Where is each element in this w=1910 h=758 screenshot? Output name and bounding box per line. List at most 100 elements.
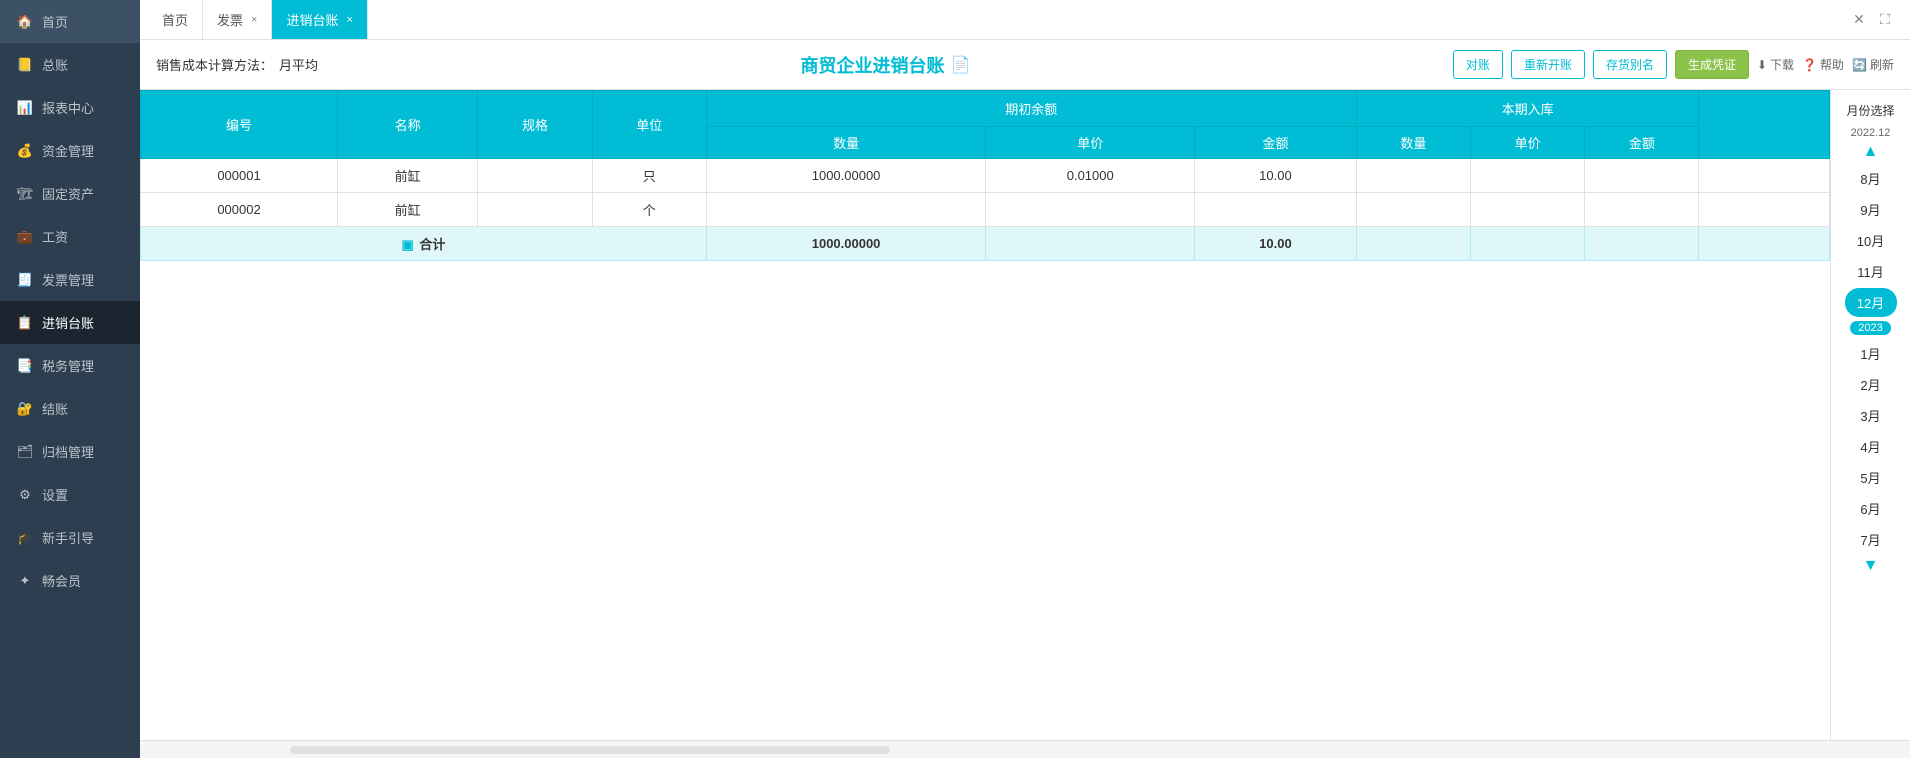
col-code: 编号 <box>141 91 338 159</box>
tab-purchase-sale-close[interactable]: × <box>346 14 352 26</box>
sidebar-item-purchase-sale[interactable]: 📋 进销台账 <box>0 301 140 344</box>
table-row[interactable]: 000001 前缸 只 1000.00000 0.01000 10.00 <box>141 159 1830 193</box>
month-item-10[interactable]: 10月 <box>1845 226 1897 255</box>
sidebar-label-reports: 报表中心 <box>42 98 94 117</box>
closing-icon: 🔐 <box>16 400 34 418</box>
tab-invoice[interactable]: 发票 × <box>203 0 272 39</box>
month-item-2023-3[interactable]: 3月 <box>1845 401 1897 430</box>
invoice-icon: 🧾 <box>16 271 34 289</box>
sidebar-label-assets: 固定资产 <box>42 184 94 203</box>
sidebar-item-home[interactable]: 🏠 首页 <box>0 0 140 43</box>
sidebar-item-invoice[interactable]: 🧾 发票管理 <box>0 258 140 301</box>
sidebar-item-reports[interactable]: 📊 报表中心 <box>0 86 140 129</box>
sidebar-label-payroll: 工资 <box>42 227 68 246</box>
table-month-wrapper: 编号 名称 规格 单位 期初余额 本期入库 数量 单价 金额 数量 <box>140 90 1910 740</box>
sidebar-item-closing[interactable]: 🔐 结账 <box>0 387 140 430</box>
guide-icon: 🎓 <box>16 529 34 547</box>
total-opening-qty: 1000.00000 <box>706 227 986 261</box>
download-button[interactable]: ⬇ 下载 <box>1757 56 1794 73</box>
cell-extra <box>1699 193 1830 227</box>
tab-purchase-sale-label: 进销台账 <box>286 10 338 29</box>
total-inbound-price <box>1471 227 1585 261</box>
sidebar-label-tax: 税务管理 <box>42 356 94 375</box>
month-item-2023-6[interactable]: 6月 <box>1845 494 1897 523</box>
window-maximize-btn[interactable]: ⛶ <box>1876 11 1894 29</box>
cell-unit: 个 <box>592 193 706 227</box>
sidebar-item-settings[interactable]: ⚙ 设置 <box>0 473 140 516</box>
vip-icon: ✦ <box>16 572 34 590</box>
month-scroll-up[interactable]: ▲ <box>1863 141 1879 163</box>
sub-inbound-qty: 数量 <box>1356 127 1470 159</box>
help-button[interactable]: ❓ 帮助 <box>1802 56 1844 73</box>
sub-inbound-amount: 金额 <box>1585 127 1699 159</box>
total-label: 合计 <box>419 237 445 252</box>
month-item-12[interactable]: 12月 <box>1845 288 1897 317</box>
sub-opening-qty: 数量 <box>706 127 986 159</box>
table-wrapper: 编号 名称 规格 单位 期初余额 本期入库 数量 单价 金额 数量 <box>140 90 1830 740</box>
purchase-sale-icon: 📋 <box>16 314 34 332</box>
month-item-8[interactable]: 8月 <box>1845 164 1897 193</box>
month-item-2023-1[interactable]: 1月 <box>1845 339 1897 368</box>
reopen-button[interactable]: 重新开账 <box>1511 50 1585 79</box>
month-panel-title: 月份选择 <box>1846 98 1894 123</box>
tab-purchase-sale[interactable]: 进销台账 × <box>272 0 367 39</box>
reports-icon: 📊 <box>16 99 34 117</box>
funds-icon: 💰 <box>16 142 34 160</box>
tab-home[interactable]: 首页 <box>148 0 203 39</box>
sidebar-item-payroll[interactable]: 💼 工资 <box>0 215 140 258</box>
cell-code: 000002 <box>141 193 338 227</box>
month-item-9[interactable]: 9月 <box>1845 195 1897 224</box>
action-buttons: 对账 重新开账 存货别名 生成凭证 ⬇ 下载 ❓ 帮助 🔄 刷新 <box>1453 50 1894 79</box>
refresh-icon: 🔄 <box>1852 58 1867 72</box>
assets-icon: 🏗 <box>16 185 34 203</box>
sidebar-item-funds[interactable]: 💰 资金管理 <box>0 129 140 172</box>
year-2022-label: 2022.12 <box>1851 127 1891 139</box>
generate-button[interactable]: 生成凭证 <box>1675 50 1749 79</box>
month-scroll-down[interactable]: ▼ <box>1863 555 1879 577</box>
month-item-2023-7[interactable]: 7月 <box>1845 525 1897 554</box>
sidebar-item-archive[interactable]: 🗂 归档管理 <box>0 430 140 473</box>
window-close-btn[interactable]: ✕ <box>1850 11 1868 29</box>
ledger-icon: 📒 <box>16 56 34 74</box>
reconcile-button[interactable]: 对账 <box>1453 50 1503 79</box>
total-extra <box>1699 227 1830 261</box>
month-panel: 月份选择 2022.12 ▲ 8月 9月 10月 11月 12月 2023 1月… <box>1830 90 1910 740</box>
sidebar-item-ledger[interactable]: 📒 总账 <box>0 43 140 86</box>
cell-inbound-amount <box>1585 193 1699 227</box>
page-title: 商贸企业进销台账 <box>801 52 945 78</box>
sidebar-item-vip[interactable]: ✦ 畅会员 <box>0 559 140 602</box>
cost-method-value: 月平均 <box>279 55 318 74</box>
bottom-scrollbar[interactable] <box>140 740 1910 758</box>
cell-spec <box>478 193 592 227</box>
cell-code: 000001 <box>141 159 338 193</box>
month-item-11[interactable]: 11月 <box>1845 257 1897 286</box>
cost-method-label: 销售成本计算方法： <box>156 55 273 74</box>
sidebar-item-guide[interactable]: 🎓 新手引导 <box>0 516 140 559</box>
refresh-button[interactable]: 🔄 刷新 <box>1852 56 1894 73</box>
save-alias-button[interactable]: 存货别名 <box>1593 50 1667 79</box>
sidebar-label-funds: 资金管理 <box>42 141 94 160</box>
cell-inbound-price <box>1471 193 1585 227</box>
window-controls: ✕ ⛶ <box>1850 11 1902 29</box>
sidebar-item-tax[interactable]: 📑 税务管理 <box>0 344 140 387</box>
cell-inbound-price <box>1471 159 1585 193</box>
tab-invoice-close[interactable]: × <box>251 14 257 26</box>
horizontal-scrollbar[interactable] <box>290 746 890 754</box>
total-row: ▣ 合计 1000.00000 10.00 <box>141 227 1830 261</box>
title-edit-icon[interactable]: 📄 <box>951 55 971 75</box>
month-item-2023-2[interactable]: 2月 <box>1845 370 1897 399</box>
cell-name: 前缸 <box>338 159 478 193</box>
sidebar-label-closing: 结账 <box>42 399 68 418</box>
month-item-2023-5[interactable]: 5月 <box>1845 463 1897 492</box>
table-row[interactable]: 000002 前缸 个 <box>141 193 1830 227</box>
sidebar-label-home: 首页 <box>42 12 68 31</box>
cell-opening-price <box>986 193 1195 227</box>
col-extra <box>1699 91 1830 159</box>
cell-opening-price: 0.01000 <box>986 159 1195 193</box>
month-item-2023-4[interactable]: 4月 <box>1845 432 1897 461</box>
sidebar-item-assets[interactable]: 🏗 固定资产 <box>0 172 140 215</box>
download-icon: ⬇ <box>1757 58 1767 72</box>
total-opening-price <box>986 227 1195 261</box>
sidebar: 🏠 首页 📒 总账 📊 报表中心 💰 资金管理 🏗 固定资产 💼 工资 🧾 发票… <box>0 0 140 758</box>
main-table: 编号 名称 规格 单位 期初余额 本期入库 数量 单价 金额 数量 <box>140 90 1830 261</box>
